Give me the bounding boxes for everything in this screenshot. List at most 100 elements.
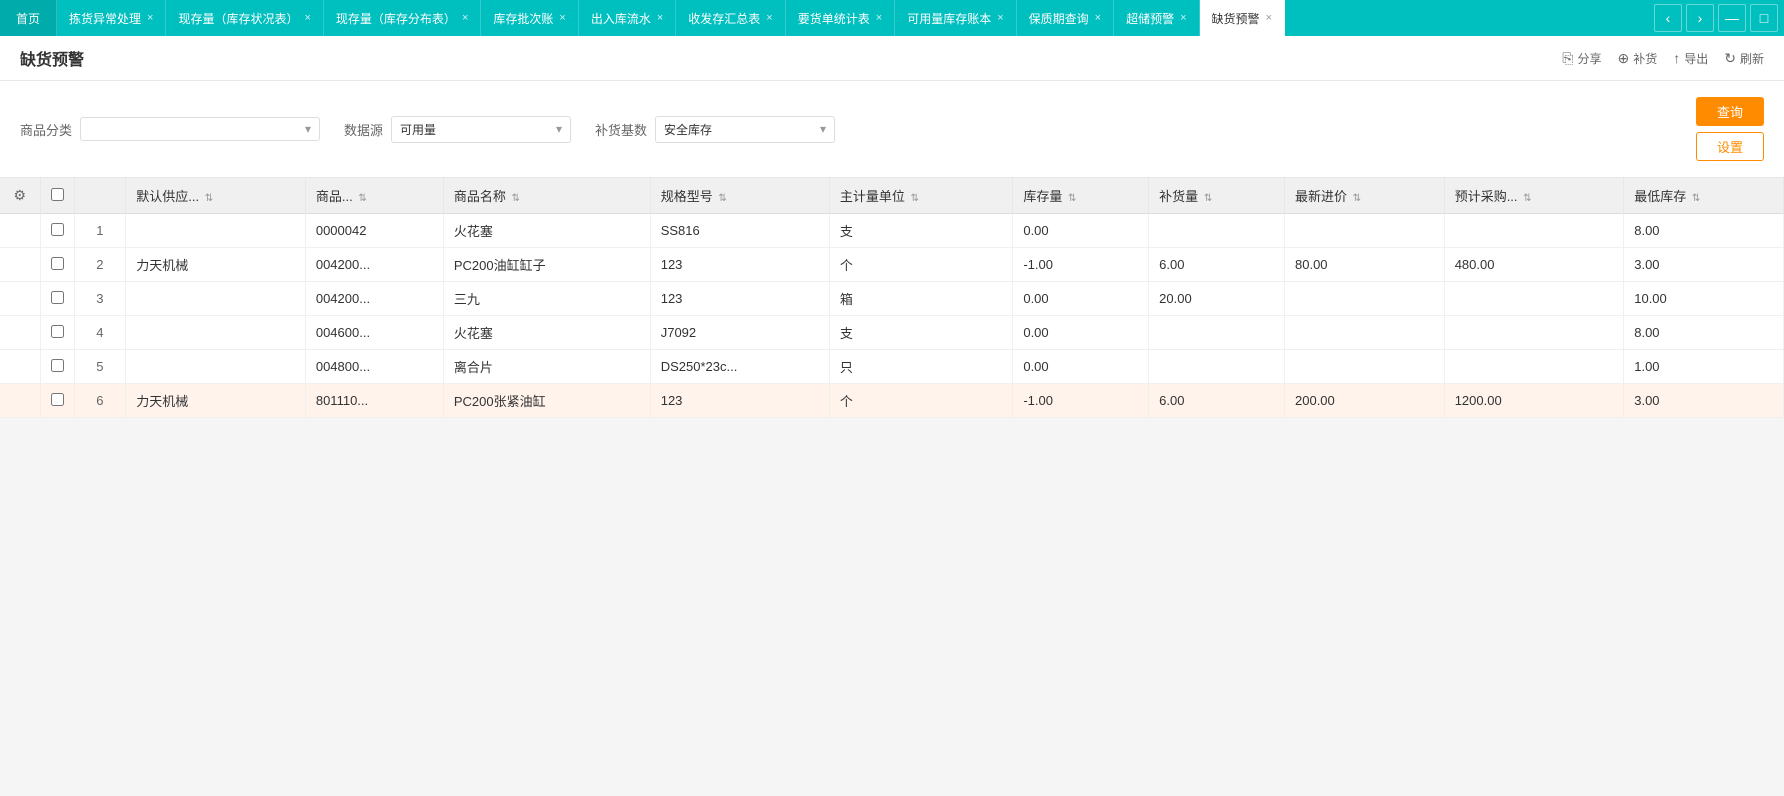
close-icon[interactable]: ×: [657, 12, 663, 24]
select-all-checkbox[interactable]: [51, 188, 64, 201]
close-icon[interactable]: ×: [997, 12, 1003, 24]
sort-icon: ⇅: [910, 193, 918, 204]
cell-supplier: [126, 350, 306, 384]
col-label: 预计采购...: [1455, 189, 1518, 204]
replenish-button[interactable]: ⊕ 补货: [1617, 50, 1657, 67]
row-settings-cell: [0, 350, 40, 384]
row-checkbox-cell[interactable]: [40, 350, 74, 384]
tab-batch-account[interactable]: 库存批次账 ×: [481, 0, 578, 36]
cell-product-name: PC200油缸缸子: [443, 248, 650, 282]
close-icon[interactable]: ×: [1095, 12, 1101, 24]
close-icon[interactable]: ×: [559, 12, 565, 24]
col-label: 主计量单位: [840, 189, 905, 204]
cell-spec: 123: [650, 248, 829, 282]
sort-icon: ⇅: [358, 193, 366, 204]
col-header-product-code[interactable]: 商品... ⇅: [305, 178, 443, 214]
col-header-estimated-purchase[interactable]: 预计采购... ⇅: [1444, 178, 1624, 214]
table-row: 3 004200... 三九 123 箱 0.00 20.00 10.00: [0, 282, 1784, 316]
settings-button[interactable]: 设置: [1696, 132, 1764, 161]
export-button[interactable]: ↑ 导出: [1673, 50, 1708, 67]
row-checkbox[interactable]: [51, 393, 64, 406]
cell-min-stock: 1.00: [1624, 350, 1784, 384]
table-row: 2 力天机械 004200... PC200油缸缸子 123 个 -1.00 6…: [0, 248, 1784, 282]
row-checkbox[interactable]: [51, 223, 64, 236]
tab-label: 收发存汇总表: [688, 10, 760, 27]
category-label: 商品分类: [20, 120, 72, 139]
datasource-label: 数据源: [344, 120, 383, 139]
cell-estimated-purchase: 480.00: [1444, 248, 1624, 282]
col-header-settings[interactable]: ⚙: [0, 178, 40, 214]
chevron-down-icon: ▾: [556, 122, 562, 136]
tab-label: 拣货异常处理: [69, 10, 141, 27]
cell-estimated-purchase: [1444, 282, 1624, 316]
row-number: 4: [74, 316, 126, 350]
col-label: 规格型号: [661, 189, 713, 204]
tab-receipt-summary[interactable]: 收发存汇总表 ×: [676, 0, 785, 36]
cell-stock: 0.00: [1013, 214, 1149, 248]
table-header-row: ⚙ 默认供应... ⇅ 商品... ⇅ 商品名称 ⇅: [0, 178, 1784, 214]
tab-shortage-warning[interactable]: 缺货预警 ×: [1200, 0, 1285, 36]
close-icon[interactable]: ×: [147, 12, 153, 24]
tab-current-stock-status[interactable]: 现存量（库存状况表） ×: [166, 0, 323, 36]
row-checkbox-cell[interactable]: [40, 316, 74, 350]
header-actions: ⎘ 分享 ⊕ 补货 ↑ 导出 ↻ 刷新: [1562, 50, 1764, 67]
replenish-base-label: 补货基数: [595, 120, 647, 139]
close-icon[interactable]: ×: [876, 12, 882, 24]
category-select[interactable]: ▾: [80, 117, 320, 141]
sort-icon: ⇅: [1692, 193, 1700, 204]
cell-unit: 支: [829, 214, 1013, 248]
row-checkbox[interactable]: [51, 291, 64, 304]
cell-min-stock: 3.00: [1624, 248, 1784, 282]
replenish-base-filter-group: 补货基数 安全库存 ▾: [595, 116, 835, 143]
col-header-stock[interactable]: 库存量 ⇅: [1013, 178, 1149, 214]
tab-order-stats[interactable]: 要货单统计表 ×: [786, 0, 895, 36]
replenish-base-select[interactable]: 安全库存 ▾: [655, 116, 835, 143]
col-header-unit[interactable]: 主计量单位 ⇅: [829, 178, 1013, 214]
export-label: 导出: [1684, 50, 1708, 67]
tab-inout-flow[interactable]: 出入库流水 ×: [579, 0, 676, 36]
cell-unit: 箱: [829, 282, 1013, 316]
row-checkbox-cell[interactable]: [40, 214, 74, 248]
refresh-button[interactable]: ↻ 刷新: [1724, 50, 1764, 67]
col-header-spec[interactable]: 规格型号 ⇅: [650, 178, 829, 214]
tab-overstock-warning[interactable]: 超储预警 ×: [1114, 0, 1199, 36]
row-checkbox-cell[interactable]: [40, 384, 74, 418]
row-checkbox[interactable]: [51, 359, 64, 372]
tab-label: 缺货预警: [1212, 10, 1260, 27]
col-label: 商品名称: [454, 189, 506, 204]
col-header-supplier[interactable]: 默认供应... ⇅: [126, 178, 306, 214]
close-icon[interactable]: ×: [766, 12, 772, 24]
share-button[interactable]: ⎘ 分享: [1562, 50, 1601, 67]
tab-available-ledger[interactable]: 可用量库存账本 ×: [895, 0, 1016, 36]
datasource-select[interactable]: 可用量 ▾: [391, 116, 571, 143]
cell-supplier: [126, 316, 306, 350]
col-header-checkbox[interactable]: [40, 178, 74, 214]
row-checkbox-cell[interactable]: [40, 248, 74, 282]
close-icon[interactable]: ×: [1266, 12, 1272, 24]
close-icon[interactable]: ×: [304, 12, 310, 24]
cell-replenish-qty: 20.00: [1149, 282, 1285, 316]
close-icon[interactable]: ×: [462, 12, 468, 24]
row-checkbox[interactable]: [51, 325, 64, 338]
prev-tab-button[interactable]: ‹: [1654, 4, 1682, 32]
cell-product-code: 004800...: [305, 350, 443, 384]
home-tab[interactable]: 首页: [0, 0, 57, 36]
next-tab-button[interactable]: ›: [1686, 4, 1714, 32]
gear-icon[interactable]: ⚙: [10, 187, 30, 204]
tab-pickers-exception[interactable]: 拣货异常处理 ×: [57, 0, 166, 36]
row-checkbox[interactable]: [51, 257, 64, 270]
col-header-product-name[interactable]: 商品名称 ⇅: [443, 178, 650, 214]
refresh-label: 刷新: [1740, 50, 1764, 67]
tab-current-stock-distribution[interactable]: 现存量（库存分布表） ×: [324, 0, 481, 36]
sort-icon: ⇅: [1204, 193, 1212, 204]
row-checkbox-cell[interactable]: [40, 282, 74, 316]
col-header-replenish-qty[interactable]: 补货量 ⇅: [1149, 178, 1285, 214]
col-header-min-stock[interactable]: 最低库存 ⇅: [1624, 178, 1784, 214]
cell-supplier: [126, 214, 306, 248]
query-button[interactable]: 查询: [1696, 97, 1764, 126]
minimize-button[interactable]: —: [1718, 4, 1746, 32]
col-header-latest-price[interactable]: 最新进价 ⇅: [1285, 178, 1445, 214]
maximize-button[interactable]: □: [1750, 4, 1778, 32]
close-icon[interactable]: ×: [1180, 12, 1186, 24]
tab-expiry-query[interactable]: 保质期查询 ×: [1017, 0, 1114, 36]
